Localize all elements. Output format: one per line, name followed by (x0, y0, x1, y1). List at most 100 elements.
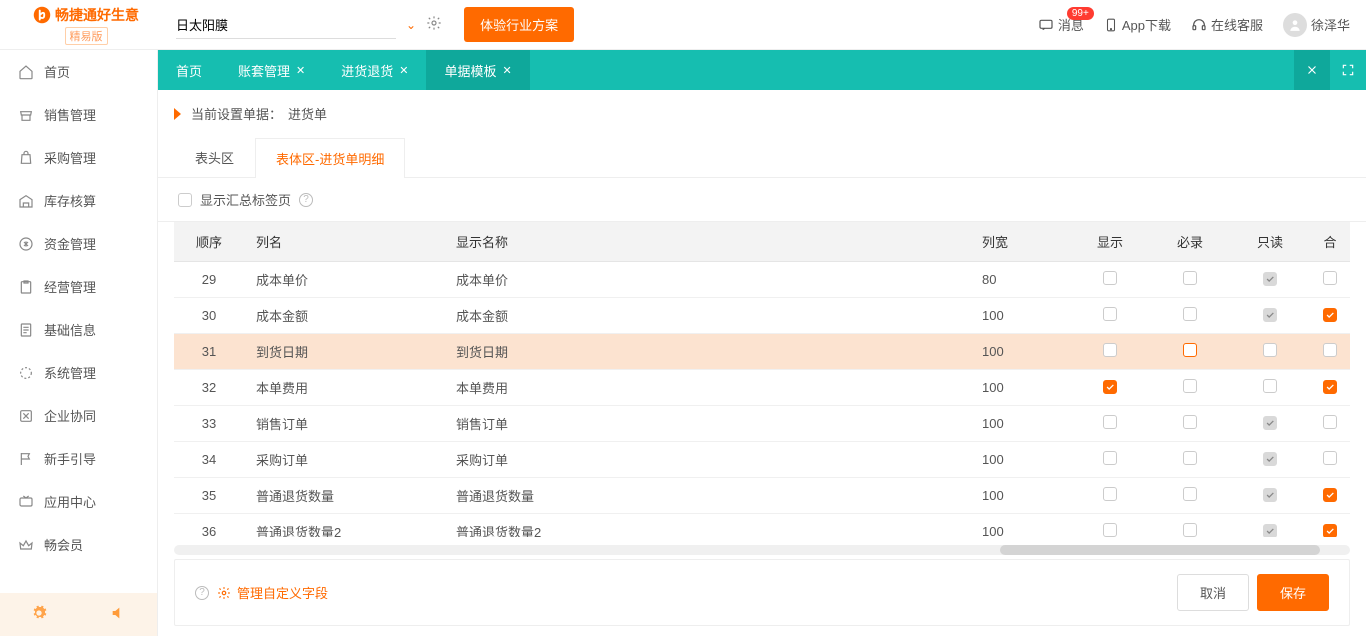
sidebar: 首页 销售管理 采购管理 库存核算 资金管理 经营管理 基础信息 系统管理 企业… (0, 50, 158, 636)
checkbox[interactable] (1103, 343, 1117, 357)
sidebar-item-member[interactable]: 畅会员 (0, 523, 157, 566)
checkbox[interactable] (1323, 380, 1337, 394)
sidebar-item-business[interactable]: 经营管理 (0, 265, 157, 308)
avatar (1283, 13, 1307, 37)
experience-button[interactable]: 体验行业方案 (464, 7, 574, 42)
checkbox[interactable] (1183, 343, 1197, 357)
checkbox[interactable] (1103, 271, 1117, 285)
checkbox[interactable] (1103, 380, 1117, 394)
checkbox[interactable] (1183, 271, 1197, 285)
sidebar-item-inventory[interactable]: 库存核算 (0, 179, 157, 222)
doc-icon (18, 322, 34, 338)
inner-tab[interactable]: 表体区-进货单明细 (255, 138, 405, 178)
close-tab-button[interactable] (1294, 50, 1330, 90)
checkbox[interactable] (1183, 523, 1197, 537)
gear-icon[interactable] (426, 15, 442, 34)
close-icon[interactable]: ✕ (296, 64, 305, 77)
sidebar-item-label: 新手引导 (44, 449, 96, 468)
table-row[interactable]: 34采购订单采购订单100 (174, 442, 1350, 478)
app-download-link[interactable]: App下载 (1104, 15, 1171, 34)
checkbox[interactable] (1323, 308, 1337, 322)
messages-link[interactable]: 消息 99+ (1038, 15, 1084, 34)
checkbox[interactable] (1323, 271, 1337, 285)
checkbox[interactable] (1323, 415, 1337, 429)
close-icon[interactable]: ✕ (503, 64, 512, 77)
checkbox[interactable] (1263, 308, 1277, 322)
tab[interactable]: 进货退货✕ (323, 50, 426, 90)
sidebar-item-collab[interactable]: 企业协同 (0, 394, 157, 437)
checkbox[interactable] (1263, 416, 1277, 430)
cancel-button[interactable]: 取消 (1177, 574, 1249, 611)
sidebar-item-home[interactable]: 首页 (0, 50, 157, 93)
cell-required (1150, 370, 1230, 406)
checkbox[interactable] (1263, 524, 1277, 537)
table-row[interactable]: 30成本金额成本金额100 (174, 298, 1350, 334)
checkbox[interactable] (1183, 379, 1197, 393)
chevron-down-icon[interactable]: ⌄ (406, 18, 416, 32)
horizontal-scrollbar[interactable] (174, 545, 1350, 555)
help-icon[interactable]: ? (195, 586, 209, 600)
checkbox[interactable] (1263, 452, 1277, 466)
checkbox[interactable] (1323, 488, 1337, 502)
show-summary-checkbox[interactable] (178, 193, 192, 207)
help-icon[interactable]: ? (299, 193, 313, 207)
sidebar-item-label: 资金管理 (44, 234, 96, 253)
sidebar-item-basicinfo[interactable]: 基础信息 (0, 308, 157, 351)
sidebar-item-sales[interactable]: 销售管理 (0, 93, 157, 136)
checkbox[interactable] (1183, 487, 1197, 501)
sound-button[interactable] (79, 593, 158, 636)
checkbox[interactable] (1183, 307, 1197, 321)
cell-show (1070, 514, 1150, 538)
checkbox[interactable] (1323, 524, 1337, 537)
fullscreen-button[interactable] (1330, 50, 1366, 90)
sidebar-item-apps[interactable]: 应用中心 (0, 480, 157, 523)
table-row[interactable]: 29成本单价成本单价80 (174, 262, 1350, 298)
settings-row: 显示汇总标签页 ? (158, 178, 1366, 222)
customer-service-link[interactable]: 在线客服 (1191, 15, 1263, 34)
checkbox[interactable] (1323, 451, 1337, 465)
checkbox[interactable] (1263, 488, 1277, 502)
checkbox[interactable] (1183, 451, 1197, 465)
manage-custom-fields-link[interactable]: 管理自定义字段 (217, 583, 328, 602)
checkbox[interactable] (1103, 415, 1117, 429)
table-row[interactable]: 35普通退货数量普通退货数量100 (174, 478, 1350, 514)
tv-icon (18, 494, 34, 510)
checkbox[interactable] (1103, 523, 1117, 537)
tab[interactable]: 首页 (158, 50, 220, 90)
tab[interactable]: 账套管理✕ (220, 50, 323, 90)
table-row[interactable]: 32本单费用本单费用100 (174, 370, 1350, 406)
search-input[interactable] (176, 11, 396, 39)
close-icon[interactable]: ✕ (399, 64, 408, 77)
sidebar-item-finance[interactable]: 资金管理 (0, 222, 157, 265)
settings-icon (18, 365, 34, 381)
checkbox[interactable] (1103, 487, 1117, 501)
cell-readonly (1230, 262, 1310, 298)
checkbox[interactable] (1183, 415, 1197, 429)
footer: ? 管理自定义字段 取消 保存 (174, 559, 1350, 626)
clipboard-icon (18, 279, 34, 295)
table-row[interactable]: 31到货日期到货日期100 (174, 334, 1350, 370)
settings-button[interactable] (0, 593, 79, 636)
table-row[interactable]: 36普通退货数量2普通退货数量2100 (174, 514, 1350, 538)
sidebar-item-purchase[interactable]: 采购管理 (0, 136, 157, 179)
scrollbar-thumb[interactable] (1000, 545, 1320, 555)
checkbox[interactable] (1103, 451, 1117, 465)
th-display: 显示名称 (444, 222, 970, 262)
checkbox[interactable] (1323, 343, 1337, 357)
checkbox[interactable] (1263, 272, 1277, 286)
user-menu[interactable]: 徐泽华 (1283, 13, 1350, 37)
cell-show (1070, 478, 1150, 514)
checkbox[interactable] (1263, 343, 1277, 357)
sidebar-item-guide[interactable]: 新手引导 (0, 437, 157, 480)
cell-readonly (1230, 478, 1310, 514)
checkbox[interactable] (1263, 379, 1277, 393)
inner-tabs: 表头区表体区-进货单明细 (158, 137, 1366, 178)
save-button[interactable]: 保存 (1257, 574, 1329, 611)
tab[interactable]: 单据模板✕ (426, 50, 529, 90)
warehouse-icon (18, 193, 34, 209)
table-row[interactable]: 33销售订单销售订单100 (174, 406, 1350, 442)
sidebar-item-system[interactable]: 系统管理 (0, 351, 157, 394)
checkbox[interactable] (1103, 307, 1117, 321)
inner-tab[interactable]: 表头区 (174, 137, 255, 177)
cell-col: 采购订单 (244, 442, 444, 478)
